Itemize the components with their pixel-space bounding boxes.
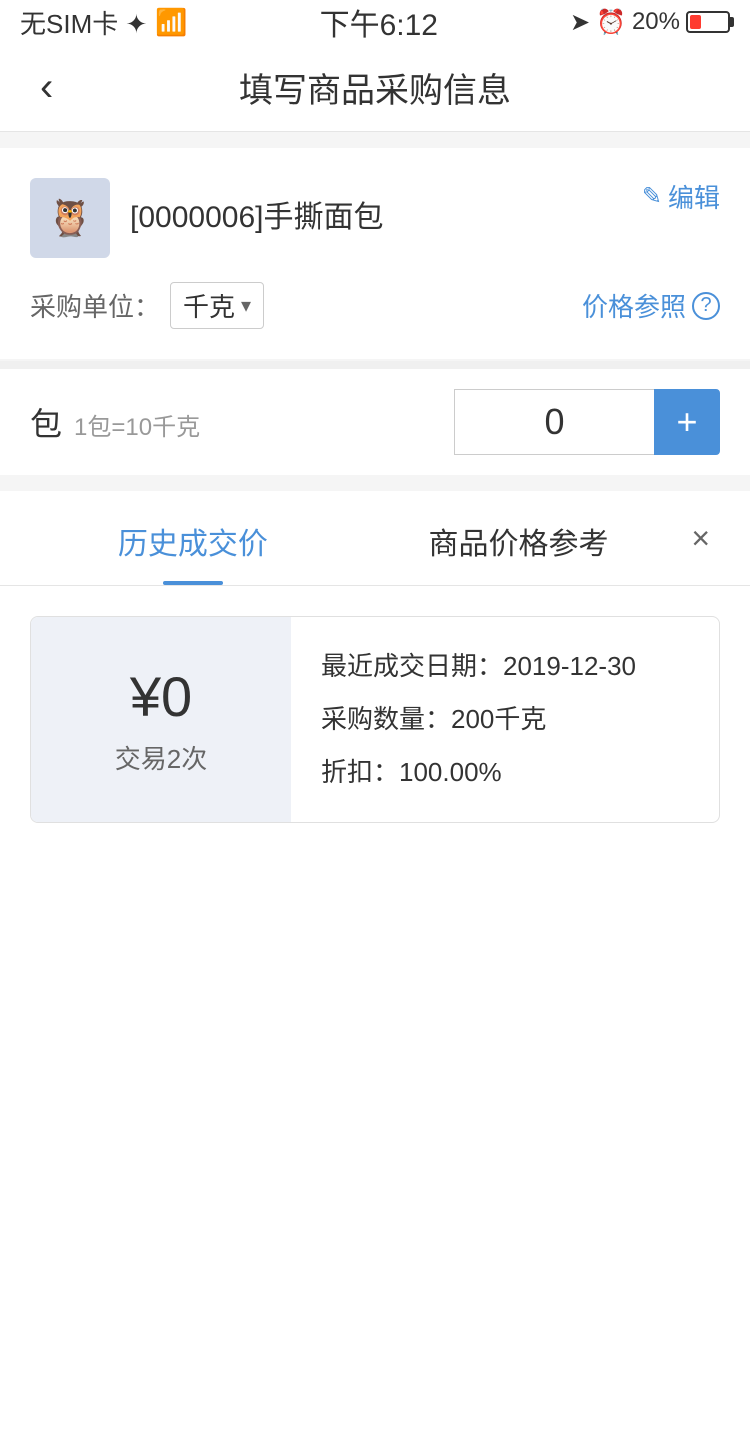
product-thumbnail: 🦉 [30,178,110,258]
status-right: ➤ ⏰ 20% [570,8,730,37]
alarm-icon: ⏰ [596,8,626,37]
product-unit-row: 采购单位： 千克 ▾ 价格参照 ? [30,282,720,329]
help-icon: ? [692,292,720,320]
status-left: 无SIM卡 ✦ 📶 [20,4,188,41]
edit-icon: ✎ [642,182,662,211]
tab-price-ref-label: 商品价格参考 [428,528,608,561]
product-left: 🦉 [0000006]手撕面包 [30,178,383,258]
price-amount: ¥0 [130,664,192,729]
recent-date-value: 2019-12-30 [503,651,636,681]
back-button[interactable]: ‹ [30,55,63,120]
discount-value: 100.00% [399,757,502,787]
quantity-unit-label: 包 [30,399,62,445]
unit-select-dropdown[interactable]: 千克 ▾ [170,282,264,329]
price-currency-symbol: ¥ [130,665,161,728]
quantity-conversion-label: 1包=10千克 [74,407,200,442]
edit-label: 编辑 [668,178,720,215]
quantity-value: 0 [544,401,564,443]
price-card-left: ¥0 交易2次 [31,617,291,822]
purchase-qty-value: 200千克 [451,704,546,734]
product-header: 🦉 [0000006]手撕面包 ✎ 编辑 [30,178,720,258]
price-reference-button[interactable]: 价格参照 ? [582,287,720,324]
tab-history-label: 历史成交价 [118,528,268,561]
unit-selector-group: 采购单位： 千克 ▾ [30,282,264,329]
nav-bar: ‹ 填写商品采购信息 [0,44,750,132]
price-times-label: 交易2次 [115,739,207,776]
page-title: 填写商品采购信息 [239,63,511,112]
price-card-right: 最近成交日期：2019-12-30 采购数量：200千克 折扣：100.00% [291,617,719,822]
location-icon: ➤ [570,8,590,37]
product-section: 🦉 [0000006]手撕面包 ✎ 编辑 采购单位： 千克 ▾ 价格参照 ? [0,148,750,359]
quantity-input[interactable]: 0 [454,389,654,455]
tab-history-price[interactable]: 历史成交价 [30,491,356,585]
tabs-header: 历史成交价 商品价格参考 × [0,491,750,586]
status-time: 下午6:12 [320,0,438,44]
purchase-qty-label: 采购数量： [321,704,451,734]
carrier-label: 无SIM卡 ✦ [20,4,147,41]
quantity-plus-button[interactable]: + [654,389,720,455]
product-edit-button[interactable]: ✎ 编辑 [642,178,720,215]
tabs-panel: 历史成交价 商品价格参考 × ¥0 交易2次 最近成交日期：2019-12-30… [0,491,750,853]
unit-select-value: 千克 [183,287,235,324]
battery-icon [686,11,730,33]
price-value: 0 [161,665,192,728]
wifi-icon: 📶 [155,7,187,38]
tab-product-price-ref[interactable]: 商品价格参考 [356,491,682,585]
bottom-space [0,853,750,1453]
product-owl-icon: 🦉 [48,197,93,239]
price-ref-label: 价格参照 [582,287,686,324]
tab-content-history: ¥0 交易2次 最近成交日期：2019-12-30 采购数量：200千克 折扣：… [0,586,750,853]
discount-label: 折扣： [321,757,399,787]
unit-label: 采购单位： [30,287,160,324]
recent-date-row: 最近成交日期：2019-12-30 [321,647,689,686]
quantity-label-group: 包 1包=10千克 [30,399,200,445]
tabs-close-button[interactable]: × [681,510,720,567]
quantity-section: 包 1包=10千克 0 + [0,361,750,475]
recent-date-label: 最近成交日期： [321,651,503,681]
unit-select-arrow-icon: ▾ [241,293,251,318]
discount-row: 折扣：100.00% [321,753,689,792]
status-bar: 无SIM卡 ✦ 📶 下午6:12 ➤ ⏰ 20% [0,0,750,44]
quantity-control: 0 + [454,389,720,455]
battery-percent: 20% [632,8,680,36]
product-title: [0000006]手撕面包 [130,197,383,239]
price-card: ¥0 交易2次 最近成交日期：2019-12-30 采购数量：200千克 折扣：… [30,616,720,823]
purchase-qty-row: 采购数量：200千克 [321,700,689,739]
